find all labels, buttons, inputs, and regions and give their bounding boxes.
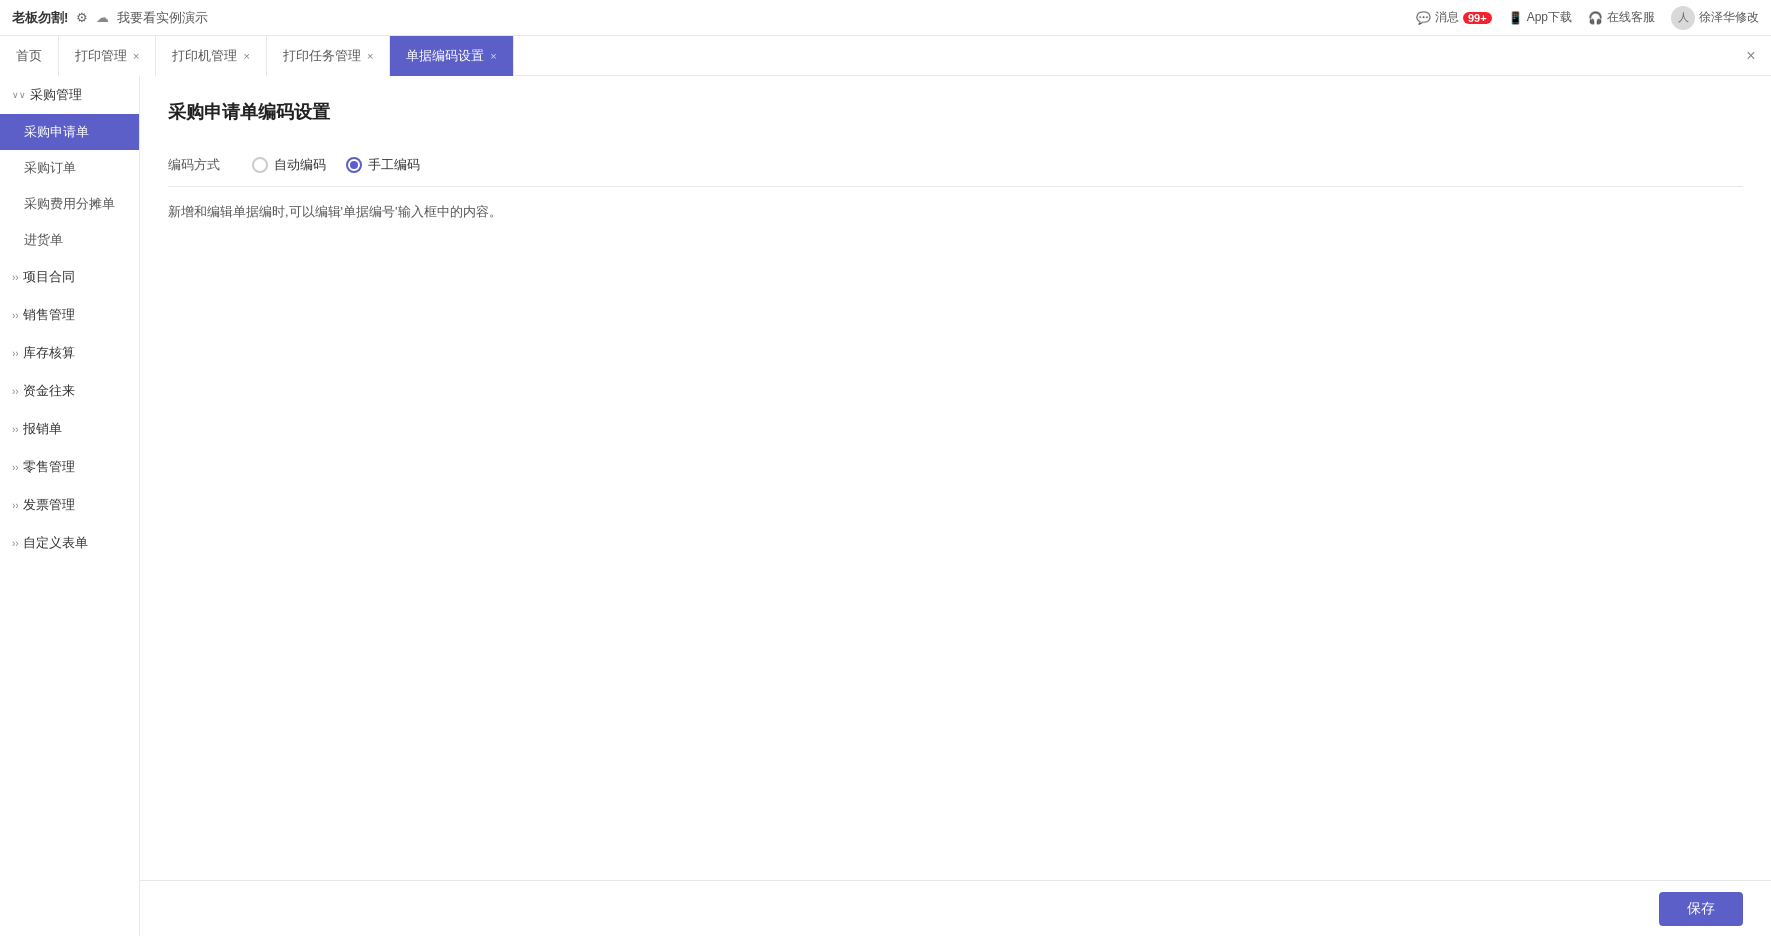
top-bar-right: 💬 消息 99+ 📱 App下载 🎧 在线客服 人 徐泽华修改 — [1416, 6, 1759, 30]
sidebar-item-goods-receipt-label: 进货单 — [24, 232, 63, 247]
sidebar-group-inventory[interactable]: › 库存核算 — [0, 334, 139, 372]
reimbursement-arrow-icon: › — [12, 424, 19, 435]
sidebar-group-invoice-label: 发票管理 — [23, 496, 75, 514]
tab-print-task-label: 打印任务管理 — [283, 47, 361, 65]
sidebar: ∨ 采购管理 采购申请单 采购订单 采购费用分摊单 进货单 › 项目合同 › 销… — [0, 76, 140, 936]
radio-auto-circle — [252, 157, 268, 173]
cloud-icon: ☁ — [96, 10, 109, 25]
info-text: 新增和编辑单据编时,可以编辑'单据编号'输入框中的内容。 — [168, 203, 1743, 221]
tab-printer-management-close[interactable]: × — [243, 50, 249, 62]
sidebar-group-finance-label: 资金往来 — [23, 382, 75, 400]
content-area: 采购申请单编码设置 编码方式 自动编码 手工编码 新增和编辑单据编时,可以编辑'… — [140, 76, 1771, 936]
sidebar-group-reimbursement[interactable]: › 报销单 — [0, 410, 139, 448]
sidebar-group-invoice[interactable]: › 发票管理 — [0, 486, 139, 524]
avatar: 人 — [1671, 6, 1695, 30]
sidebar-group-custom-label: 自定义表单 — [23, 534, 88, 552]
top-bar-left: 老板勿割! ⚙ ☁ 我要看实例演示 — [12, 9, 208, 27]
project-arrow-icon: › — [12, 272, 19, 283]
sidebar-group-sales-label: 销售管理 — [23, 306, 75, 324]
settings-icon[interactable]: ⚙ — [76, 10, 88, 25]
radio-manual-code[interactable]: 手工编码 — [346, 156, 420, 174]
demo-link[interactable]: 我要看实例演示 — [117, 9, 208, 27]
online-support-button[interactable]: 🎧 在线客服 — [1588, 9, 1655, 26]
sidebar-group-retail-label: 零售管理 — [23, 458, 75, 476]
message-icon: 💬 — [1416, 11, 1431, 25]
sidebar-item-purchase-expense[interactable]: 采购费用分摊单 — [0, 186, 139, 222]
bottom-bar: 保存 — [140, 880, 1771, 936]
sidebar-group-project-label: 项目合同 — [23, 268, 75, 286]
user-menu[interactable]: 人 徐泽华修改 — [1671, 6, 1759, 30]
sales-arrow-icon: › — [12, 310, 19, 321]
tab-printer-management[interactable]: 打印机管理 × — [156, 36, 266, 76]
coding-method-row: 编码方式 自动编码 手工编码 — [168, 144, 1743, 187]
app-download-label: App下载 — [1527, 9, 1572, 26]
radio-auto-code[interactable]: 自动编码 — [252, 156, 326, 174]
tab-code-settings-close[interactable]: × — [490, 50, 496, 62]
tab-code-settings[interactable]: 单据编码设置 × — [390, 36, 513, 76]
tab-printer-management-label: 打印机管理 — [172, 47, 237, 65]
content-inner: 采购申请单编码设置 编码方式 自动编码 手工编码 新增和编辑单据编时,可以编辑'… — [140, 76, 1771, 880]
manual-code-label: 手工编码 — [368, 156, 420, 174]
custom-arrow-icon: › — [12, 538, 19, 549]
tab-bar: 首页 打印管理 × 打印机管理 × 打印任务管理 × 单据编码设置 × × — [0, 36, 1771, 76]
sidebar-group-custom[interactable]: › 自定义表单 — [0, 524, 139, 562]
invoice-arrow-icon: › — [12, 500, 19, 511]
tab-print-task[interactable]: 打印任务管理 × — [267, 36, 390, 76]
main-layout: ∨ 采购管理 采购申请单 采购订单 采购费用分摊单 进货单 › 项目合同 › 销… — [0, 76, 1771, 936]
sidebar-item-purchase-order-label: 采购订单 — [24, 160, 76, 175]
tab-print-management-label: 打印管理 — [75, 47, 127, 65]
sidebar-group-purchase-label: 采购管理 — [30, 86, 82, 104]
sidebar-group-finance[interactable]: › 资金往来 — [0, 372, 139, 410]
sidebar-group-sales[interactable]: › 销售管理 — [0, 296, 139, 334]
app-download-button[interactable]: 📱 App下载 — [1508, 9, 1572, 26]
sidebar-item-purchase-request-label: 采购申请单 — [24, 124, 89, 139]
tab-bar-close[interactable]: × — [1731, 36, 1771, 76]
retail-arrow-icon: › — [12, 462, 19, 473]
radio-manual-circle — [346, 157, 362, 173]
message-badge: 99+ — [1463, 12, 1492, 24]
tab-print-management[interactable]: 打印管理 × — [59, 36, 156, 76]
sidebar-item-purchase-order[interactable]: 采购订单 — [0, 150, 139, 186]
inventory-arrow-icon: › — [12, 348, 19, 359]
sidebar-group-inventory-label: 库存核算 — [23, 344, 75, 362]
finance-arrow-icon: › — [12, 386, 19, 397]
top-bar: 老板勿割! ⚙ ☁ 我要看实例演示 💬 消息 99+ 📱 App下载 🎧 在线客… — [0, 0, 1771, 36]
message-button[interactable]: 💬 消息 99+ — [1416, 9, 1492, 26]
sidebar-section-purchase: ∨ 采购管理 采购申请单 采购订单 采购费用分摊单 进货单 — [0, 76, 139, 258]
message-label: 消息 — [1435, 9, 1459, 26]
sidebar-group-retail[interactable]: › 零售管理 — [0, 448, 139, 486]
tab-home[interactable]: 首页 — [0, 36, 59, 76]
coding-method-label: 编码方式 — [168, 156, 220, 174]
logo: 老板勿割! — [12, 9, 68, 27]
sidebar-item-purchase-expense-label: 采购费用分摊单 — [24, 196, 115, 211]
headset-icon: 🎧 — [1588, 11, 1603, 25]
sidebar-group-reimbursement-label: 报销单 — [23, 420, 62, 438]
sidebar-group-project[interactable]: › 项目合同 — [0, 258, 139, 296]
page-title: 采购申请单编码设置 — [168, 100, 1743, 124]
app-icon: 📱 — [1508, 11, 1523, 25]
tab-code-settings-label: 单据编码设置 — [406, 47, 484, 65]
sidebar-item-purchase-request[interactable]: 采购申请单 — [0, 114, 139, 150]
sidebar-group-purchase[interactable]: ∨ 采购管理 — [0, 76, 139, 114]
sidebar-item-goods-receipt[interactable]: 进货单 — [0, 222, 139, 258]
tab-print-task-close[interactable]: × — [367, 50, 373, 62]
save-button[interactable]: 保存 — [1659, 892, 1743, 926]
tab-home-label: 首页 — [16, 47, 42, 65]
online-support-label: 在线客服 — [1607, 9, 1655, 26]
user-name: 徐泽华修改 — [1699, 9, 1759, 26]
auto-code-label: 自动编码 — [274, 156, 326, 174]
tab-print-management-close[interactable]: × — [133, 50, 139, 62]
purchase-arrow-icon: ∨ — [12, 90, 26, 100]
